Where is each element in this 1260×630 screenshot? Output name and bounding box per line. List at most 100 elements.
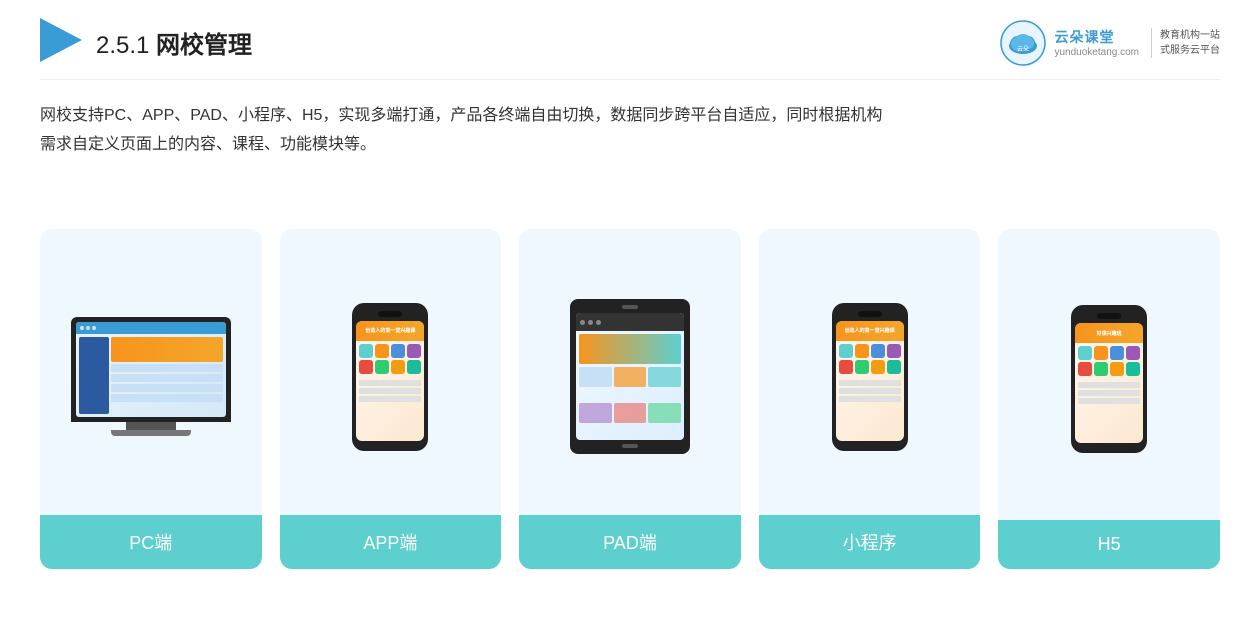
phone-h5-row-1 <box>1078 382 1140 388</box>
phone-notch-mini <box>858 311 882 317</box>
pc-screen-top <box>76 322 226 334</box>
phone-mini-icon-2 <box>855 344 869 358</box>
phone-icon-8 <box>407 360 421 374</box>
phone-h5-icon-8 <box>1126 362 1140 376</box>
pc-sidebar-mini <box>79 337 109 414</box>
pad-cell-6 <box>648 403 681 423</box>
card-miniapp-label: 小程序 <box>759 515 981 569</box>
device-phone-app: 创造人的第一堂兴趣课 <box>350 303 430 451</box>
phone-icon-3 <box>391 344 405 358</box>
pc-dot-3 <box>92 326 96 330</box>
phone-row-2 <box>359 388 421 394</box>
phone-h5-icon-2 <box>1094 346 1108 360</box>
description: 网校支持PC、APP、PAD、小程序、H5，实现多端打通，产品各终端自由切换，数… <box>40 102 1220 160</box>
pc-row-4 <box>111 394 223 402</box>
card-pad-label: PAD端 <box>519 515 741 569</box>
card-miniapp: 创造人的第一堂兴趣课 <box>759 229 981 569</box>
pc-screen-body <box>76 334 226 417</box>
pad-cell-1 <box>579 367 612 387</box>
phone-mini-icon-3 <box>871 344 885 358</box>
pad-content <box>576 331 684 440</box>
phone-mini-icon-1 <box>839 344 853 358</box>
card-app-label: APP端 <box>280 515 502 569</box>
phone-mini-row-1 <box>839 380 901 386</box>
phone-h5-row-2 <box>1078 390 1140 396</box>
pc-content-mini <box>111 337 223 414</box>
phone-row-3 <box>359 396 421 402</box>
pc-row-1 <box>111 364 223 372</box>
pad-dot-3 <box>596 320 601 325</box>
phone-screen-top-mini: 创造人的第一堂兴趣课 <box>836 321 904 341</box>
phone-screen-h5: 好课兴趣班 <box>1075 323 1143 443</box>
pad-body <box>570 299 690 454</box>
device-pc <box>71 317 231 436</box>
pad-top-bar <box>576 313 684 331</box>
phone-notch-h5 <box>1097 313 1121 319</box>
phone-icon-4 <box>407 344 421 358</box>
pad-cell-5 <box>614 403 647 423</box>
pc-screen <box>76 322 226 417</box>
phone-row-1 <box>359 380 421 386</box>
phone-h5-row-3 <box>1078 398 1140 404</box>
phone-screen-mini: 创造人的第一堂兴趣课 <box>836 321 904 441</box>
pad-cell-4 <box>579 403 612 423</box>
phone-mini-row-3 <box>839 396 901 402</box>
phone-h5-icon-5 <box>1078 362 1092 376</box>
pad-cell-3 <box>648 367 681 387</box>
phone-icon-1 <box>359 344 373 358</box>
pc-monitor <box>71 317 231 422</box>
brand-slogan: 教育机构一站 式服务云平台 <box>1151 28 1220 58</box>
card-pad-image <box>519 229 741 515</box>
pad-banner <box>579 334 681 364</box>
brand-url: yunduoketang.com <box>1054 47 1139 58</box>
phone-h5-icon-3 <box>1110 346 1124 360</box>
header-left: 2.5.1 网校管理 <box>40 18 252 67</box>
card-app: 创造人的第一堂兴趣课 <box>280 229 502 569</box>
phone-mini-icon-4 <box>887 344 901 358</box>
device-pad <box>570 299 690 454</box>
svg-text:云朵: 云朵 <box>1017 46 1029 53</box>
pad-btn-top <box>622 305 638 309</box>
pc-row-3 <box>111 384 223 392</box>
cards-section: PC端 创造人的第一堂兴趣课 <box>40 178 1220 630</box>
phone-mini-icon-8 <box>887 360 901 374</box>
phone-top-text-mini: 创造人的第一堂兴趣课 <box>845 327 895 334</box>
phone-body-mini: 创造人的第一堂兴趣课 <box>832 303 908 451</box>
card-pc-label: PC端 <box>40 515 262 569</box>
phone-body-h5: 好课兴趣班 <box>1071 305 1147 453</box>
pc-rows-mini <box>111 364 223 414</box>
page-container: 2.5.1 网校管理 云朵 云朵课堂 yunduoketang.com 教育机构… <box>0 0 1260 630</box>
phone-icons-app <box>356 341 424 377</box>
phone-content-mini <box>836 377 904 441</box>
phone-mini-icon-7 <box>871 360 885 374</box>
pc-dot-2 <box>86 326 90 330</box>
phone-screen-app: 创造人的第一堂兴趣课 <box>356 321 424 441</box>
pad-dot-2 <box>588 320 593 325</box>
pad-btn-bottom <box>622 444 638 448</box>
pad-cell-2 <box>614 367 647 387</box>
pc-stand <box>126 422 176 430</box>
phone-icons-h5 <box>1075 343 1143 379</box>
phone-h5-icon-6 <box>1094 362 1108 376</box>
card-app-image: 创造人的第一堂兴趣课 <box>280 229 502 515</box>
phone-mini-icon-5 <box>839 360 853 374</box>
pc-dot-1 <box>80 326 84 330</box>
phone-icon-5 <box>359 360 373 374</box>
device-phone-mini: 创造人的第一堂兴趣课 <box>830 303 910 451</box>
phone-content-app <box>356 377 424 441</box>
logo-triangle <box>40 18 82 67</box>
phone-screen-top-h5: 好课兴趣班 <box>1075 323 1143 343</box>
card-pc: PC端 <box>40 229 262 569</box>
brand-logo: 云朵 云朵课堂 yunduoketang.com 教育机构一站 式服务云平台 <box>1000 20 1220 66</box>
card-pad: PAD端 <box>519 229 741 569</box>
page-title: 2.5.1 网校管理 <box>96 25 252 60</box>
pad-dot-1 <box>580 320 585 325</box>
description-line2: 需求自定义页面上的内容、课程、功能模块等。 <box>40 131 1220 160</box>
card-h5-label: H5 <box>998 520 1220 569</box>
phone-mini-icon-6 <box>855 360 869 374</box>
phone-h5-icon-7 <box>1110 362 1124 376</box>
phone-content-h5 <box>1075 379 1143 443</box>
phone-body-app: 创造人的第一堂兴趣课 <box>352 303 428 451</box>
phone-screen-top-app: 创造人的第一堂兴趣课 <box>356 321 424 341</box>
header: 2.5.1 网校管理 云朵 云朵课堂 yunduoketang.com 教育机构… <box>40 0 1220 80</box>
